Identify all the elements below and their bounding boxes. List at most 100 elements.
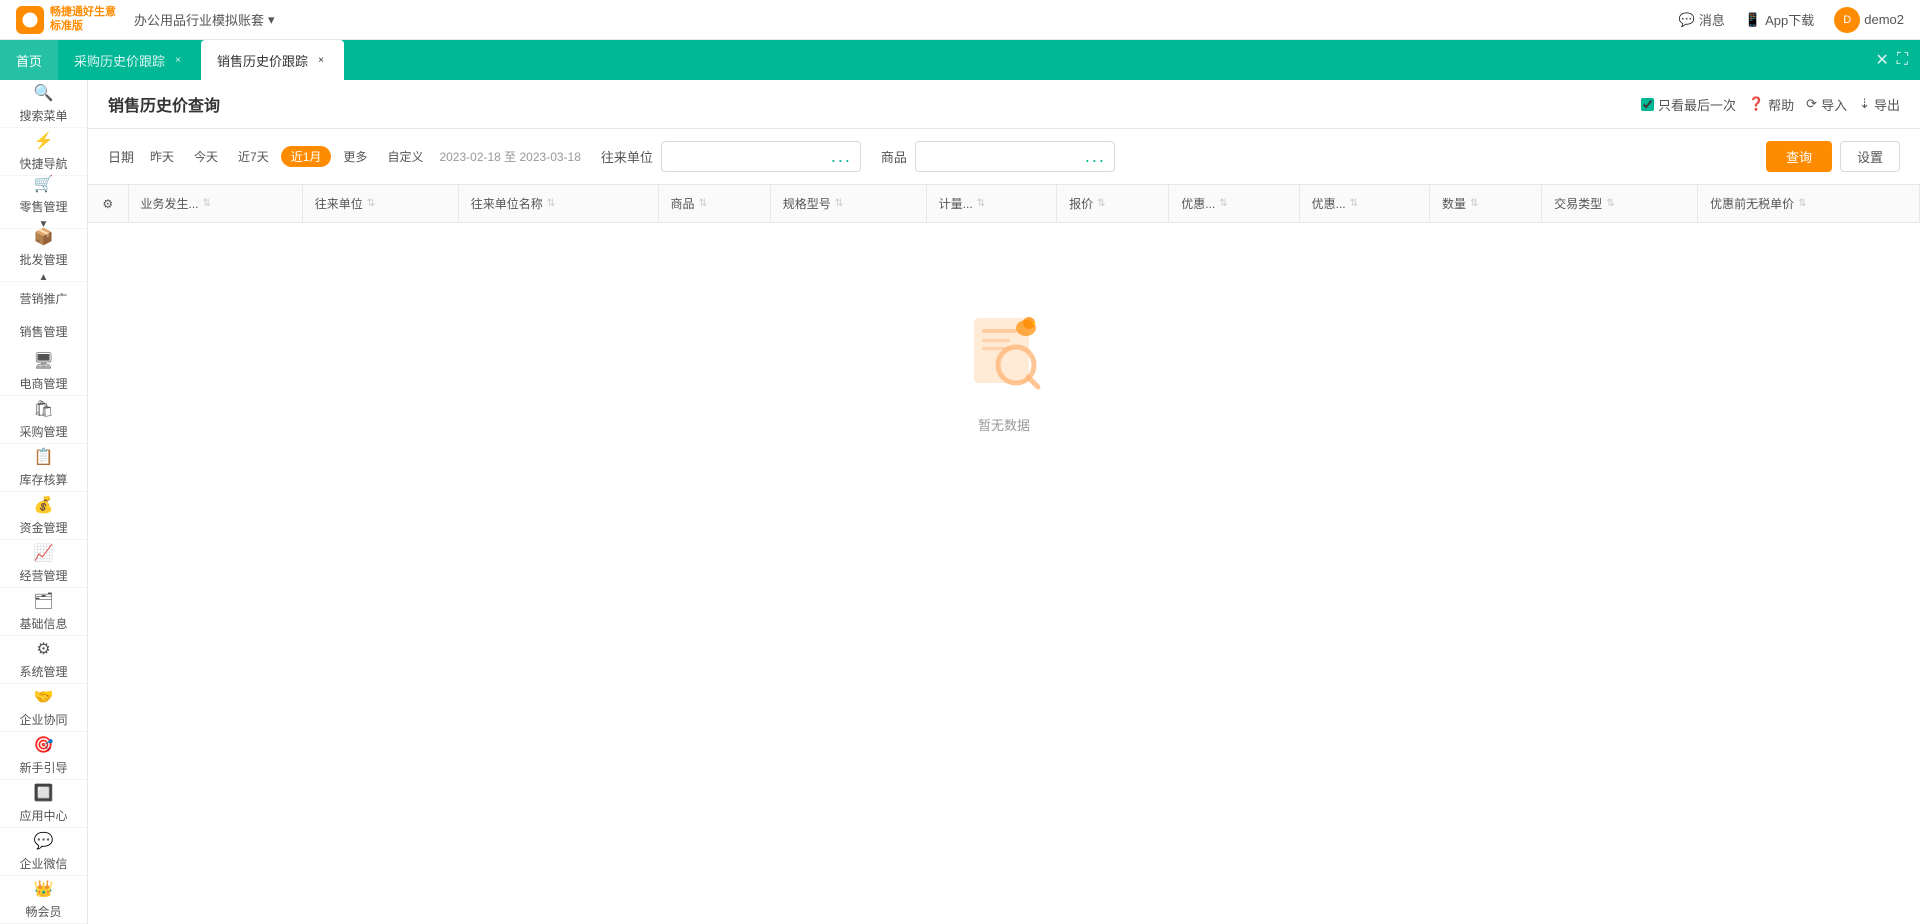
date-btn-yesterday[interactable]: 昨天 [142, 146, 182, 167]
user-menu[interactable]: D demo2 [1834, 7, 1904, 33]
sidebar-item-ecommerce-label: 电商管理 [19, 375, 67, 392]
system-icon: ⚙ [36, 639, 50, 659]
inventory-icon: 📋 [34, 447, 54, 467]
sidebar-item-ecommerce[interactable]: 🖥 电商管理 [0, 348, 87, 396]
sort-icon: ⇅ [1798, 198, 1806, 209]
sort-icon: ⇅ [1606, 198, 1614, 209]
sort-icon: ⇅ [203, 198, 211, 209]
close-sales-history-tab[interactable]: × [314, 53, 328, 67]
th-spec[interactable]: 规格型号 ⇅ [770, 185, 926, 223]
th-discount2[interactable]: 优惠... ⇅ [1299, 185, 1429, 223]
query-button[interactable]: 查询 [1766, 141, 1832, 172]
export-button[interactable]: ⇣ 导出 [1859, 95, 1900, 114]
sidebar-item-enterprise[interactable]: 🤝 企业协同 [0, 684, 87, 732]
sidebar-item-basic-label: 基础信息 [19, 615, 67, 632]
th-discount1[interactable]: 优惠... ⇅ [1169, 185, 1299, 223]
sidebar-item-purchase[interactable]: 🛍 采购管理 [0, 396, 87, 444]
tab-sales-history-label: 销售历史价跟踪 [217, 51, 308, 70]
th-partner-code[interactable]: 往来单位 ⇅ [302, 185, 458, 223]
date-filter-group: 日期 昨天 今天 近7天 近1月 更多 自定义 2023-02-18 至 202… [108, 146, 581, 167]
tab-sales-history[interactable]: 销售历史价跟踪 × [201, 40, 344, 80]
wholesale-icon: 📦 [34, 227, 54, 247]
th-unit[interactable]: 计量... ⇅ [926, 185, 1056, 223]
th-quantity[interactable]: 数量 ⇅ [1430, 185, 1542, 223]
date-options: 昨天 今天 近7天 近1月 更多 自定义 [142, 146, 431, 167]
sidebar-item-quick-nav-label: 快捷导航 [19, 155, 67, 172]
date-label: 日期 [108, 147, 134, 166]
sidebar-item-apps[interactable]: 🔲 应用中心 [0, 780, 87, 828]
sort-icon: ⇅ [1219, 198, 1227, 209]
page-header: 销售历史价查询 只看最后一次 ❓ 帮助 ⟳ 导入 ⇣ 导出 [88, 80, 1920, 129]
sort-icon: ⇅ [1470, 198, 1478, 209]
sidebar-item-sales-mgmt[interactable]: 销售管理 [0, 315, 87, 348]
sidebar-item-marketing[interactable]: 营销推广 [0, 282, 87, 315]
th-partner-name[interactable]: 往来单位名称 ⇅ [458, 185, 658, 223]
message-icon: 💬 [1679, 12, 1695, 28]
import-button[interactable]: ⟳ 导入 [1806, 95, 1847, 114]
sidebar-item-retail[interactable]: 🛒 零售管理 ▼ [0, 176, 87, 229]
date-btn-1month[interactable]: 近1月 [281, 146, 332, 167]
wechat-icon: 💬 [34, 831, 54, 851]
purchase-icon: 🛍 [33, 399, 53, 419]
date-btn-custom[interactable]: 自定义 [379, 146, 431, 167]
th-settings[interactable]: ⚙ [88, 185, 128, 223]
product-input[interactable]: ... [915, 141, 1115, 172]
partner-dots-icon: ... [831, 146, 852, 167]
operations-icon: 📈 [34, 543, 54, 563]
tab-purchase-history-label: 采购历史价跟踪 [74, 51, 165, 70]
app-selector[interactable]: 办公用品行业模拟账套 ▾ [126, 6, 283, 33]
date-range-display: 2023-02-18 至 2023-03-18 [439, 148, 580, 165]
last-only-checkbox[interactable]: 只看最后一次 [1641, 95, 1736, 114]
sort-icon: ⇅ [547, 198, 555, 209]
sidebar-item-guide[interactable]: 🎯 新手引导 [0, 732, 87, 780]
tab-home-label: 首页 [16, 51, 42, 70]
download-icon: 📱 [1745, 12, 1761, 28]
date-btn-today[interactable]: 今天 [186, 146, 226, 167]
th-product[interactable]: 商品 ⇅ [658, 185, 770, 223]
tab-purchase-history[interactable]: 采购历史价跟踪 × [58, 40, 201, 80]
logo-icon [16, 6, 44, 34]
sort-icon: ⇅ [835, 198, 843, 209]
tab-home[interactable]: 首页 [0, 40, 58, 80]
th-biz-date[interactable]: 业务发生... ⇅ [128, 185, 302, 223]
date-btn-7days[interactable]: 近7天 [230, 146, 277, 167]
partner-input[interactable]: ... [661, 141, 861, 172]
settings-button[interactable]: 设置 [1840, 141, 1900, 172]
partner-filter-group: 往来单位 ... [601, 141, 861, 172]
guide-icon: 🎯 [34, 735, 54, 755]
sidebar-item-wechat[interactable]: 💬 企业微信 [0, 828, 87, 876]
sidebar-item-operations-label: 经营管理 [19, 567, 67, 584]
member-icon: 👑 [34, 879, 54, 899]
close-window-button[interactable]: ✕ [1875, 50, 1888, 70]
th-quote[interactable]: 报价 ⇅ [1057, 185, 1169, 223]
sidebar-item-purchase-label: 采购管理 [19, 423, 67, 440]
sidebar-item-search[interactable]: 🔍 搜索菜单 [0, 80, 87, 128]
sidebar-item-wholesale-label: 批发管理 [19, 251, 67, 268]
sort-icon: ⇅ [1097, 198, 1105, 209]
th-trade-type[interactable]: 交易类型 ⇅ [1542, 185, 1698, 223]
quick-nav-icon: ⚡ [34, 131, 54, 151]
date-btn-more[interactable]: 更多 [335, 146, 375, 167]
app-download-button[interactable]: 📱 App下载 [1745, 10, 1814, 29]
sidebar-item-search-label: 搜索菜单 [19, 107, 67, 124]
empty-text: 暂无数据 [978, 415, 1030, 434]
sidebar-item-operations[interactable]: 📈 经营管理 [0, 540, 87, 588]
maximize-window-button[interactable]: ⛶ [1897, 51, 1908, 69]
product-filter-group: 商品 ... [881, 141, 1115, 172]
sidebar-item-finance-label: 资金管理 [19, 519, 67, 536]
sidebar-item-basic[interactable]: 🗂 基础信息 [0, 588, 87, 636]
th-pre-tax-price[interactable]: 优惠前无税单价 ⇅ [1698, 185, 1920, 223]
import-icon: ⟳ [1806, 96, 1817, 112]
sidebar-item-inventory[interactable]: 📋 库存核算 [0, 444, 87, 492]
sidebar-item-member[interactable]: 👑 畅会员 [0, 876, 87, 924]
help-button[interactable]: ❓ 帮助 [1748, 95, 1794, 114]
last-only-input[interactable] [1641, 98, 1654, 111]
message-button[interactable]: 💬 消息 [1679, 10, 1725, 29]
sidebar-item-finance[interactable]: 💰 资金管理 [0, 492, 87, 540]
sidebar-item-quick-nav[interactable]: ⚡ 快捷导航 [0, 128, 87, 176]
page-title: 销售历史价查询 [108, 92, 220, 128]
sidebar-item-system[interactable]: ⚙ 系统管理 [0, 636, 87, 684]
close-purchase-history-tab[interactable]: × [171, 53, 185, 67]
avatar: D [1834, 7, 1860, 33]
sidebar-item-wholesale[interactable]: 📦 批发管理 ▲ [0, 229, 87, 282]
